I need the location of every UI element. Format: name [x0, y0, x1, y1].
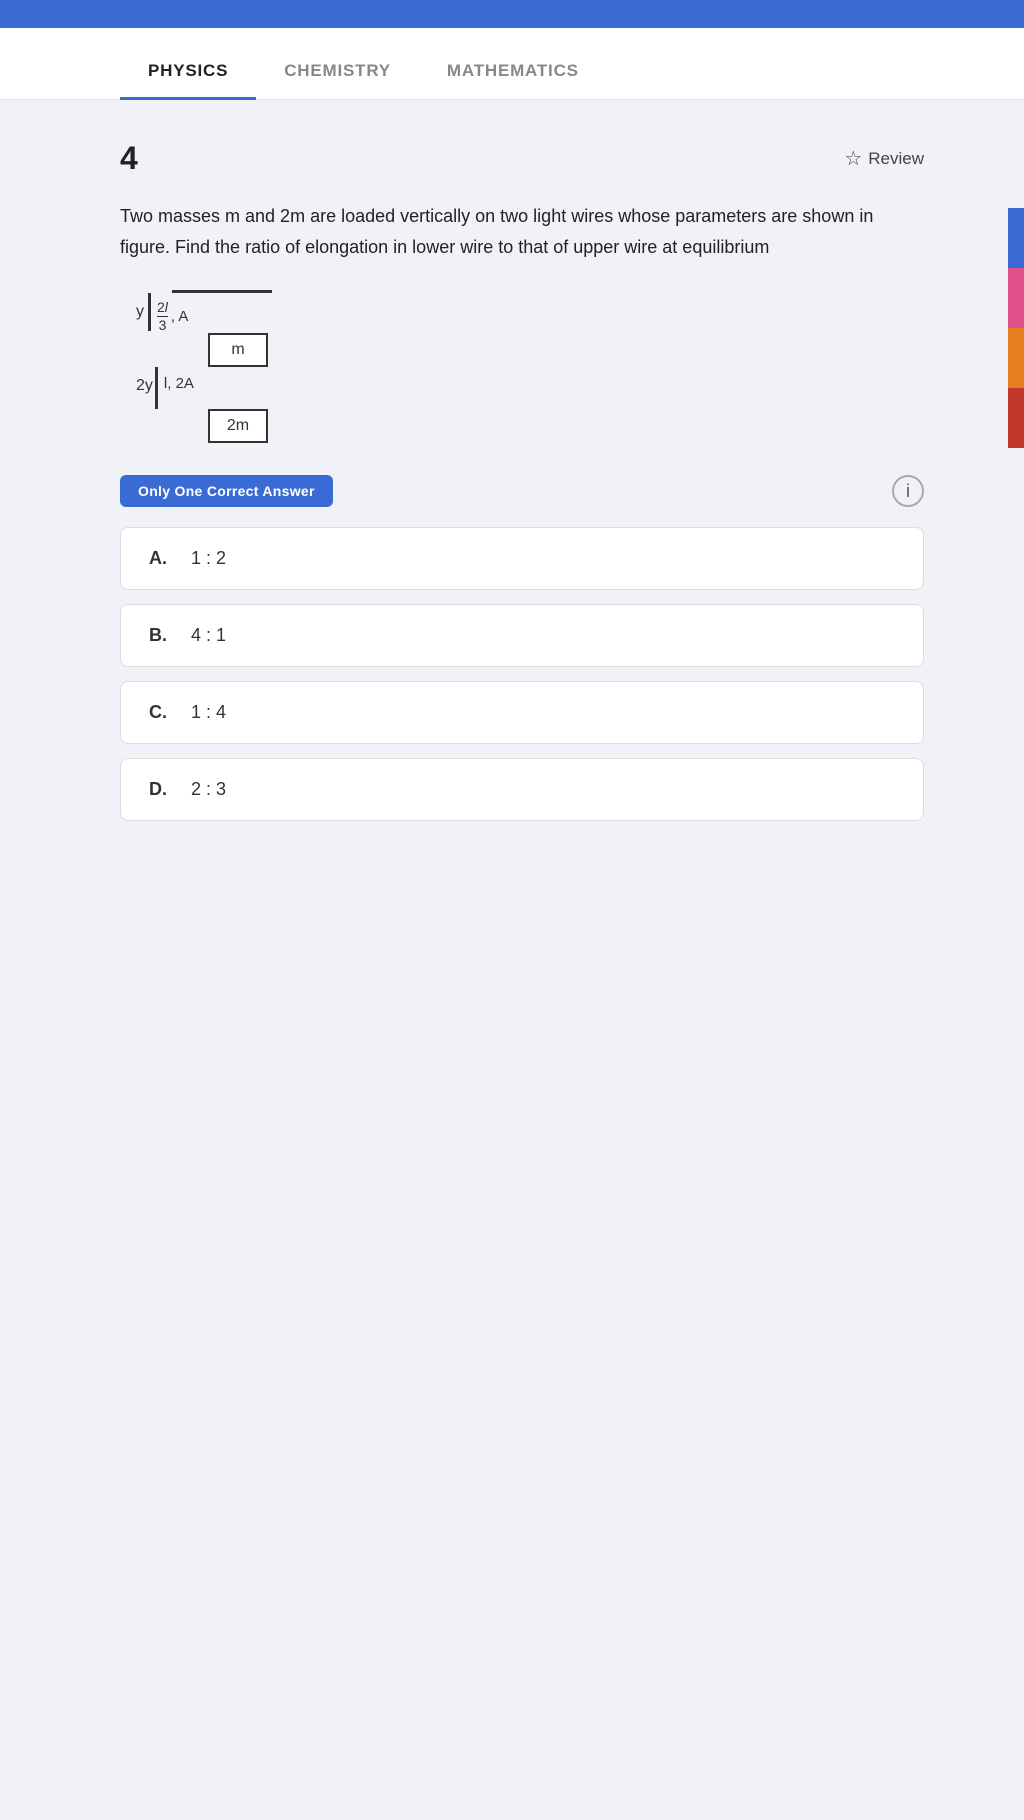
- question-number: 4: [120, 140, 138, 177]
- mass-2m-box: 2m: [208, 409, 268, 443]
- option-a[interactable]: A. 1 : 2: [120, 527, 924, 590]
- lower-wire-line: [155, 367, 158, 409]
- option-d[interactable]: D. 2 : 3: [120, 758, 924, 821]
- option-c[interactable]: C. 1 : 4: [120, 681, 924, 744]
- tab-chemistry[interactable]: CHEMISTRY: [256, 45, 419, 100]
- tab-bar: PHYSICS CHEMISTRY MATHEMATICS: [0, 28, 1024, 100]
- lower-wire-row: 2y l, 2A: [136, 367, 194, 409]
- content-area: 4 ☆ Review Two masses m and 2m are loade…: [0, 100, 1024, 881]
- upper-wire-row: y 2l 3 , A: [136, 293, 188, 333]
- tab-physics[interactable]: PHYSICS: [120, 45, 256, 100]
- upper-wire-line: [148, 293, 151, 331]
- option-d-value: 2 : 3: [191, 779, 226, 800]
- option-b[interactable]: B. 4 : 1: [120, 604, 924, 667]
- option-c-value: 1 : 4: [191, 702, 226, 723]
- upper-wire-y-label: y: [136, 303, 144, 321]
- question-text: Two masses m and 2m are loaded verticall…: [120, 201, 924, 262]
- top-bar: [0, 0, 1024, 28]
- info-button[interactable]: i: [892, 475, 924, 507]
- option-a-value: 1 : 2: [191, 548, 226, 569]
- upper-wire-params: 2l 3 , A: [157, 299, 188, 333]
- option-a-letter: A.: [149, 548, 173, 569]
- review-button[interactable]: ☆ Review: [844, 146, 924, 171]
- answer-type-row: Only One Correct Answer i: [120, 475, 924, 507]
- side-tab-blue[interactable]: [1008, 208, 1024, 268]
- answer-type-badge: Only One Correct Answer: [120, 475, 333, 507]
- star-icon: ☆: [844, 146, 862, 171]
- mass-m-wrapper: m: [172, 333, 268, 367]
- option-b-letter: B.: [149, 625, 173, 646]
- side-tab-red[interactable]: [1008, 388, 1024, 448]
- question-header: 4 ☆ Review: [120, 140, 924, 177]
- option-d-letter: D.: [149, 779, 173, 800]
- lower-wire-params: l, 2A: [164, 375, 194, 392]
- option-c-letter: C.: [149, 702, 173, 723]
- mass-2m-wrapper: 2m: [172, 409, 268, 443]
- main-container: PHYSICS CHEMISTRY MATHEMATICS 4 ☆ Review…: [0, 28, 1024, 1820]
- side-tabs: [1008, 208, 1024, 448]
- options-list: A. 1 : 2 B. 4 : 1 C. 1 : 4 D. 2 : 3: [120, 527, 924, 821]
- lower-wire-2y-label: 2y: [136, 377, 153, 395]
- tab-mathematics[interactable]: MATHEMATICS: [419, 45, 607, 100]
- mass-m-box: m: [208, 333, 268, 367]
- side-tab-orange[interactable]: [1008, 328, 1024, 388]
- diagram: y 2l 3 , A m 2y: [136, 290, 924, 443]
- option-b-value: 4 : 1: [191, 625, 226, 646]
- side-tab-pink[interactable]: [1008, 268, 1024, 328]
